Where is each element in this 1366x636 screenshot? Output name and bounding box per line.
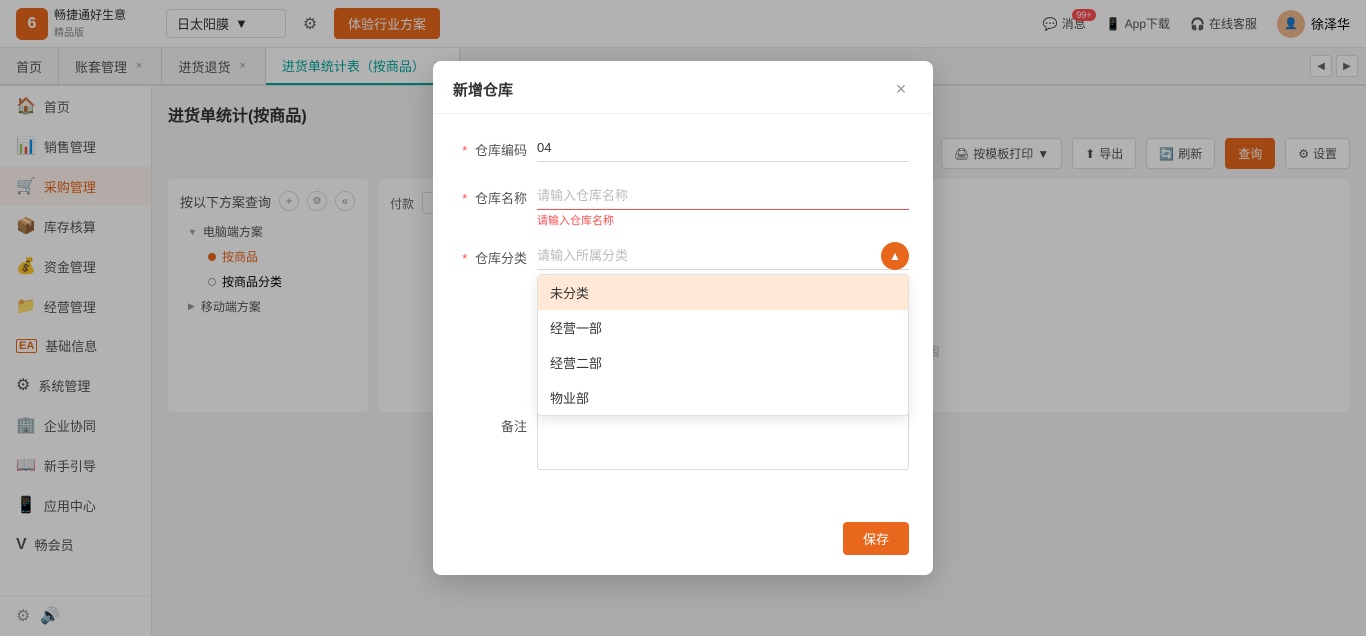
modal-close-button[interactable]: × bbox=[889, 77, 913, 101]
category-input[interactable] bbox=[537, 242, 909, 270]
modal-body: * 仓库编码 * 仓库名称 请输入仓库名称 * bbox=[433, 114, 933, 510]
remarks-label: 备注 bbox=[457, 410, 537, 435]
modal-footer: 保存 bbox=[433, 510, 933, 575]
code-input[interactable] bbox=[537, 134, 909, 162]
category-dropdown-list: 未分类 经营一部 经营二部 物业部 bbox=[537, 274, 909, 416]
modal-title: 新增仓库 bbox=[453, 79, 513, 100]
category-label: * 仓库分类 bbox=[457, 242, 537, 267]
save-button[interactable]: 保存 bbox=[843, 522, 909, 555]
modal-overlay: 新增仓库 × * 仓库编码 * 仓库名称 请输入仓库名称 bbox=[0, 0, 1366, 636]
category-field-row: * 仓库分类 ▲ 未分类 经营一部 经营二部 物业部 bbox=[457, 242, 909, 270]
dropdown-option-property[interactable]: 物业部 bbox=[538, 380, 908, 415]
remarks-input[interactable] bbox=[537, 410, 909, 470]
name-label: * 仓库名称 bbox=[457, 182, 537, 207]
dropdown-toggle-button[interactable]: ▲ bbox=[881, 242, 909, 270]
name-input[interactable] bbox=[537, 182, 909, 210]
remarks-field-row: 备注 bbox=[457, 410, 909, 470]
name-error-message: 请输入仓库名称 bbox=[537, 212, 614, 228]
dropdown-option-unclassified[interactable]: 未分类 bbox=[538, 275, 908, 310]
code-label: * 仓库编码 bbox=[457, 134, 537, 159]
dropdown-option-dept1[interactable]: 经营一部 bbox=[538, 310, 908, 345]
modal-header: 新增仓库 × bbox=[433, 61, 933, 114]
dropdown-option-dept2[interactable]: 经营二部 bbox=[538, 345, 908, 380]
new-warehouse-modal: 新增仓库 × * 仓库编码 * 仓库名称 请输入仓库名称 bbox=[433, 61, 933, 575]
code-field-row: * 仓库编码 bbox=[457, 134, 909, 162]
required-star: * bbox=[462, 143, 467, 158]
category-dropdown-wrapper: ▲ 未分类 经营一部 经营二部 物业部 bbox=[537, 242, 909, 270]
name-field-row: * 仓库名称 请输入仓库名称 bbox=[457, 182, 909, 210]
required-star-cat: * bbox=[462, 251, 467, 266]
required-star-name: * bbox=[462, 191, 467, 206]
